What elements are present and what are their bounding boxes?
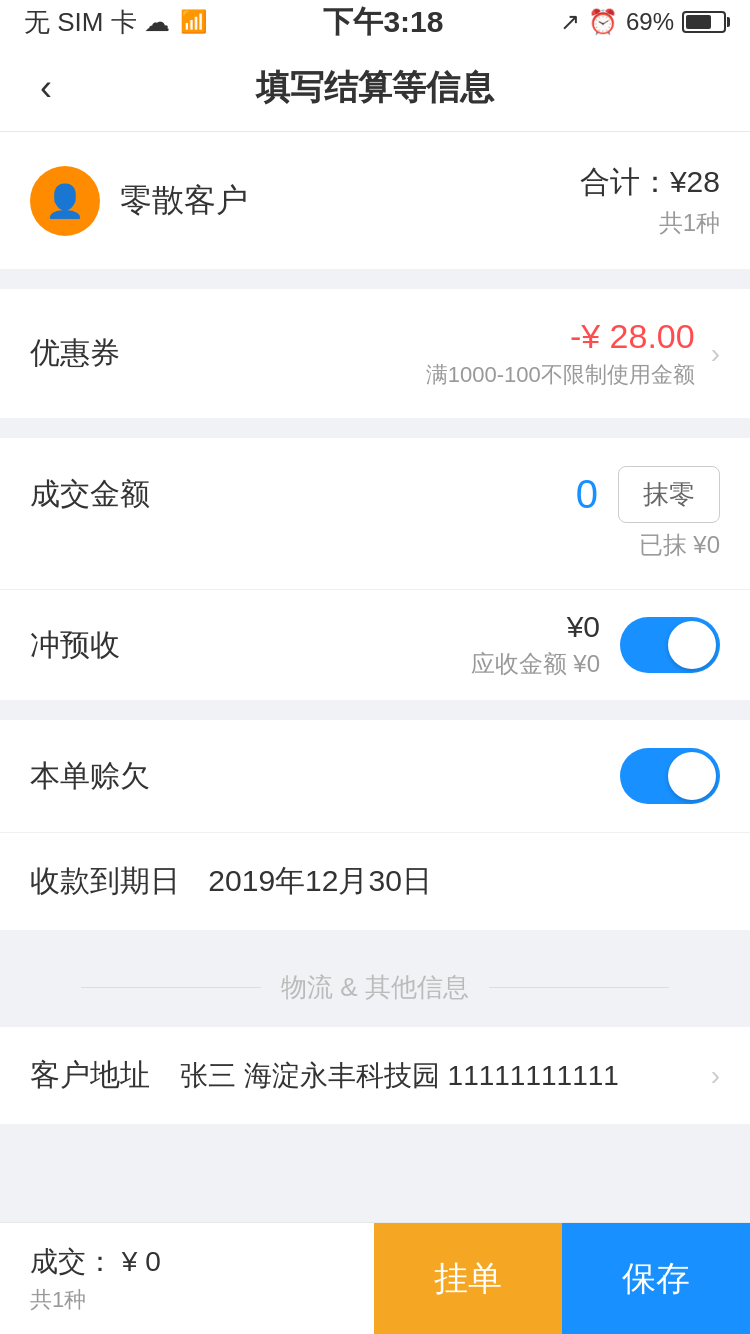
coupon-right: -¥ 28.00 满1000-100不限制使用金额 › bbox=[426, 317, 720, 390]
due-date-value: 2019年12月30日 bbox=[208, 864, 431, 897]
save-button[interactable]: 保存 bbox=[562, 1223, 750, 1335]
coupon-amount: -¥ 28.00 bbox=[426, 317, 695, 356]
location-icon: ↗ bbox=[560, 8, 580, 36]
prereceipt-toggle[interactable] bbox=[620, 617, 720, 673]
page-title: 填写结算等信息 bbox=[256, 65, 494, 111]
back-button[interactable]: ‹ bbox=[30, 57, 62, 119]
logistics-line-left bbox=[81, 987, 261, 988]
bottom-deal-label: 成交： bbox=[30, 1246, 114, 1277]
content: 👤 零散客户 合计：¥28 共1种 优惠券 -¥ 28.00 满1000-100… bbox=[0, 132, 750, 1244]
coupon-row[interactable]: 优惠券 -¥ 28.00 满1000-100不限制使用金额 › bbox=[0, 289, 750, 418]
bottom-deal-line: 成交： ¥ 0 bbox=[30, 1243, 344, 1281]
address-chevron-icon: › bbox=[711, 1060, 720, 1092]
logistics-line-right bbox=[489, 987, 669, 988]
transaction-input[interactable] bbox=[478, 472, 598, 517]
debt-row: 本单赊欠 bbox=[0, 720, 750, 832]
logistics-divider: 物流 & 其他信息 bbox=[0, 950, 750, 1025]
bottom-bar: 成交： ¥ 0 共1种 挂单 保存 bbox=[0, 1222, 750, 1334]
wifi-icon: 📶 bbox=[180, 9, 207, 35]
transaction-top: 成交金额 抹零 bbox=[30, 466, 720, 523]
address-value: 张三 海淀永丰科技园 11111111111 bbox=[180, 1057, 711, 1095]
prereceipt-row: 冲预收 ¥0 应收金额 ¥0 bbox=[0, 590, 750, 700]
avatar: 👤 bbox=[30, 166, 100, 236]
total-count: 共1种 bbox=[580, 207, 720, 239]
total-amount: 合计：¥28 bbox=[580, 162, 720, 203]
customer-section: 👤 零散客户 合计：¥28 共1种 bbox=[0, 132, 750, 269]
debt-toggle-knob bbox=[668, 752, 716, 800]
toggle-knob bbox=[668, 621, 716, 669]
transaction-label: 成交金额 bbox=[30, 474, 150, 515]
no-sim-text: 无 SIM 卡 ☁ bbox=[24, 5, 170, 40]
transaction-section: 成交金额 抹零 已抹 ¥0 冲预收 ¥0 应收金额 ¥0 bbox=[0, 438, 750, 700]
customer-left: 👤 零散客户 bbox=[30, 166, 248, 236]
logistics-header: 物流 & 其他信息 bbox=[0, 950, 750, 1025]
due-date-label: 收款到期日 bbox=[30, 864, 180, 897]
address-section[interactable]: 客户地址 张三 海淀永丰科技园 11111111111 › bbox=[0, 1027, 750, 1124]
coupon-section: 优惠券 -¥ 28.00 满1000-100不限制使用金额 › bbox=[0, 289, 750, 418]
debt-toggle[interactable] bbox=[620, 748, 720, 804]
prereceipt-label: 冲预收 bbox=[30, 625, 120, 666]
avatar-icon: 👤 bbox=[45, 182, 85, 220]
status-bar: 无 SIM 卡 ☁ 📶 下午3:18 ↗ ⏰ 69% bbox=[0, 0, 750, 44]
bottom-count: 共1种 bbox=[30, 1285, 344, 1315]
transaction-sub: 已抹 ¥0 bbox=[30, 529, 720, 561]
coupon-desc: 满1000-100不限制使用金额 bbox=[426, 360, 695, 390]
debt-section: 本单赊欠 收款到期日 2019年12月30日 bbox=[0, 720, 750, 930]
customer-name: 零散客户 bbox=[120, 179, 248, 223]
logistics-label: 物流 & 其他信息 bbox=[281, 970, 469, 1005]
chevron-right-icon: › bbox=[711, 338, 720, 370]
coupon-label: 优惠券 bbox=[30, 333, 120, 374]
transaction-row: 成交金额 抹零 已抹 ¥0 bbox=[0, 438, 750, 590]
status-time: 下午3:18 bbox=[323, 2, 443, 43]
battery-icon bbox=[682, 11, 726, 33]
bottom-deal-amount: ¥ 0 bbox=[122, 1246, 161, 1277]
customer-right: 合计：¥28 共1种 bbox=[580, 162, 720, 239]
status-left: 无 SIM 卡 ☁ 📶 bbox=[24, 5, 207, 40]
hold-button[interactable]: 挂单 bbox=[374, 1223, 562, 1335]
prereceipt-amounts: ¥0 应收金额 ¥0 bbox=[471, 610, 600, 680]
bottom-summary: 成交： ¥ 0 共1种 bbox=[0, 1243, 374, 1315]
due-date-row: 收款到期日 2019年12月30日 bbox=[0, 832, 750, 930]
alarm-icon: ⏰ bbox=[588, 8, 618, 36]
round-zero-button[interactable]: 抹零 bbox=[618, 466, 720, 523]
debt-label: 本单赊欠 bbox=[30, 756, 150, 797]
prereceipt-main: ¥0 bbox=[471, 610, 600, 644]
status-right: ↗ ⏰ 69% bbox=[560, 8, 726, 36]
address-label: 客户地址 bbox=[30, 1055, 150, 1096]
prereceipt-sub: 应收金额 ¥0 bbox=[471, 648, 600, 680]
battery-percent: 69% bbox=[626, 8, 674, 36]
nav-bar: ‹ 填写结算等信息 bbox=[0, 44, 750, 132]
